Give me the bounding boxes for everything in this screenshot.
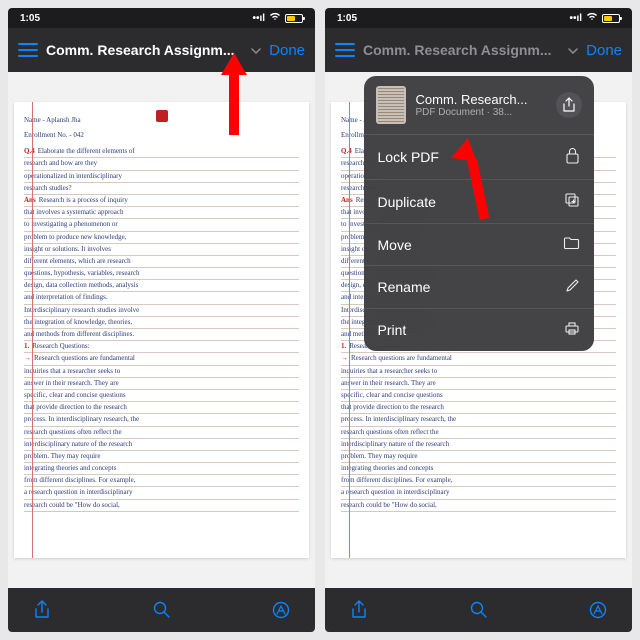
nav-bar: Comm. Research Assignm... Done — [325, 28, 632, 72]
chevron-down-icon[interactable] — [251, 43, 261, 57]
battery-icon — [285, 14, 303, 23]
menu-item-print[interactable]: Print — [364, 309, 594, 351]
lock-icon — [565, 147, 580, 167]
status-time: 1:05 — [20, 13, 40, 24]
markup-icon[interactable] — [588, 600, 608, 620]
share-button[interactable] — [556, 92, 582, 118]
status-right: ••ıl — [252, 12, 303, 24]
status-right: ••ıl — [569, 12, 620, 24]
phone-left: 1:05 ••ıl Comm. Research Assignm... Done… — [8, 8, 315, 632]
folder-icon — [563, 236, 580, 253]
annotation-arrow — [453, 138, 479, 220]
popover-header: Comm. Research... PDF Document · 38... — [364, 76, 594, 135]
duplicate-icon — [564, 192, 580, 211]
wifi-icon — [586, 12, 598, 24]
wifi-icon — [269, 12, 281, 24]
document-thumbnail — [376, 86, 406, 124]
status-bar: 1:05 ••ıl — [8, 8, 315, 28]
status-time: 1:05 — [337, 13, 357, 24]
sidebar-menu-icon[interactable] — [18, 43, 38, 57]
signal-icon: ••ıl — [252, 13, 265, 24]
done-button[interactable]: Done — [586, 42, 622, 59]
menu-item-move[interactable]: Move — [364, 224, 594, 266]
battery-icon — [602, 14, 620, 23]
annotation-arrow — [221, 53, 247, 135]
bottom-toolbar — [8, 588, 315, 632]
status-bar: 1:05 ••ıl — [325, 8, 632, 28]
document-viewport[interactable]: Name - Aplansh Jha Enrollment No. - 042 … — [8, 72, 315, 588]
pencil-icon — [565, 278, 580, 296]
chevron-down-icon[interactable] — [568, 43, 578, 57]
markup-icon[interactable] — [271, 600, 291, 620]
document-title: Comm. Research Assignm... — [363, 42, 560, 58]
bottom-toolbar — [325, 588, 632, 632]
search-icon[interactable] — [152, 600, 172, 620]
document-page: Name - Aplansh Jha Enrollment No. - 042 … — [14, 102, 309, 558]
share-icon[interactable] — [349, 600, 369, 620]
signal-icon: ••ıl — [569, 13, 582, 24]
print-icon — [564, 321, 580, 339]
menu-item-rename[interactable]: Rename — [364, 266, 594, 309]
search-icon[interactable] — [469, 600, 489, 620]
share-icon[interactable] — [32, 600, 52, 620]
sidebar-menu-icon[interactable] — [335, 43, 355, 57]
done-button[interactable]: Done — [269, 42, 305, 59]
popover-doc-title: Comm. Research... — [416, 92, 546, 107]
nav-bar: Comm. Research Assignm... Done — [8, 28, 315, 72]
document-title: Comm. Research Assignm... — [46, 42, 243, 58]
popover-doc-subtitle: PDF Document · 38... — [416, 107, 546, 118]
phone-right: 1:05 ••ıl Comm. Research Assignm... Done… — [325, 8, 632, 632]
